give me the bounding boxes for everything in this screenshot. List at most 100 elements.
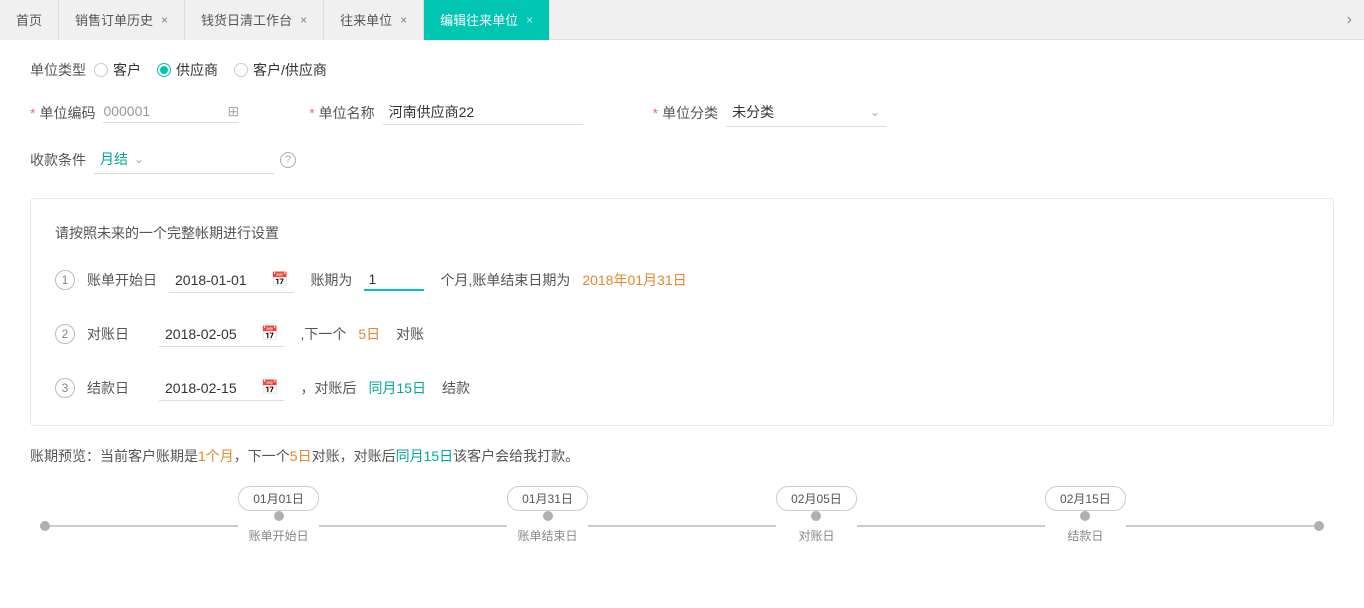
- tl-connector-1: [319, 525, 507, 527]
- tab-cashier-label: 钱货日清工作台: [201, 10, 292, 29]
- unit-category-required: *: [653, 105, 658, 121]
- setting-label-3: 结款日: [87, 378, 147, 398]
- tl-connector-3: [857, 525, 1045, 527]
- radio-both-label: 客户/供应商: [253, 60, 327, 80]
- tab-partners-close[interactable]: ×: [400, 13, 407, 27]
- unit-code-group: * 单位编码 ⊞: [30, 103, 239, 123]
- radio-customer[interactable]: 客户: [94, 60, 141, 80]
- unit-name-group: * 单位名称: [309, 100, 582, 125]
- tab-sales-history-close[interactable]: ×: [161, 13, 168, 27]
- unit-code-required: *: [30, 105, 35, 121]
- payment-desc-suffix: 结款: [442, 378, 470, 398]
- timeline-dot-4: [1080, 511, 1090, 521]
- tab-partners[interactable]: 往来单位 ×: [324, 0, 424, 40]
- preview-middle1: ，下一个: [234, 448, 290, 464]
- preview-middle2: 对账，对账后: [312, 448, 396, 464]
- date-value-3[interactable]: [165, 380, 255, 396]
- unit-category-select[interactable]: 未分类 ⌄: [726, 98, 886, 127]
- tab-cashier-close[interactable]: ×: [300, 13, 307, 27]
- payment-row: 收款条件 月结 ⌄ ?: [30, 145, 1334, 174]
- payment-select[interactable]: 月结 ⌄: [94, 145, 274, 174]
- tab-sales-history-label: 销售订单历史: [75, 10, 153, 29]
- code-name-category-row: * 单位编码 ⊞ * 单位名称 * 单位分类 未分类 ⌄: [30, 98, 1334, 127]
- calendar-icon-2[interactable]: 📅: [261, 325, 278, 342]
- calendar-icon-1[interactable]: 📅: [271, 271, 288, 288]
- timeline-start-dot: [40, 521, 50, 531]
- main-content: 单位类型 客户 供应商 客户/供应商 * 单位编码: [0, 40, 1364, 608]
- reconcile-highlight: 5日: [358, 324, 380, 344]
- tab-more-button[interactable]: ›: [1335, 0, 1364, 40]
- tab-bar: 首页 销售订单历史 × 钱货日清工作台 × 往来单位 × 编辑往来单位 × ›: [0, 0, 1364, 40]
- timeline-point-4: 02月15日 结款日: [1045, 486, 1126, 544]
- unit-type-label: 单位类型: [30, 60, 86, 80]
- timeline-pill-1: 01月01日: [238, 486, 319, 511]
- radio-group: 客户 供应商 客户/供应商: [94, 60, 327, 80]
- unit-name-label: 单位名称: [319, 103, 375, 123]
- radio-supplier-label: 供应商: [176, 60, 218, 80]
- settings-card: 请按照未来的一个完整帐期进行设置 1 账单开始日 📅 账期为 个月,账单结束日期…: [30, 198, 1334, 426]
- preview-part1: 1个月: [198, 448, 234, 464]
- payment-highlight: 同月15日: [368, 378, 426, 398]
- unit-code-input-wrap: ⊞: [103, 103, 239, 123]
- tab-edit-partner-close[interactable]: ×: [526, 13, 533, 27]
- tab-home[interactable]: 首页: [0, 0, 59, 40]
- timeline-pill-4: 02月15日: [1045, 486, 1126, 511]
- setting-row-3: 3 结款日 📅 ，对账后 同月15日 结款: [55, 375, 1309, 401]
- preview-suffix: 该客户会给我打款。: [453, 448, 579, 464]
- unit-category-value: 未分类: [732, 102, 774, 122]
- radio-both-circle: [234, 63, 248, 77]
- unit-category-group: * 单位分类 未分类 ⌄: [653, 98, 886, 127]
- radio-both[interactable]: 客户/供应商: [234, 60, 327, 80]
- date-input-3: 📅: [159, 375, 284, 401]
- tab-home-label: 首页: [16, 10, 42, 29]
- tl-connector-4: [1126, 525, 1314, 527]
- setting-label-2: 对账日: [87, 324, 147, 344]
- unit-type-row: 单位类型 客户 供应商 客户/供应商: [30, 60, 1334, 80]
- reconcile-desc-suffix: 对账: [396, 324, 424, 344]
- timeline-pill-3: 02月05日: [776, 486, 857, 511]
- setting-row-2: 2 对账日 📅 ,下一个 5日 对账: [55, 321, 1309, 347]
- period-label: 账期为: [310, 270, 352, 290]
- radio-customer-circle: [94, 63, 108, 77]
- unit-code-label: 单位编码: [39, 103, 95, 123]
- payment-group: 收款条件 月结 ⌄ ?: [30, 145, 296, 174]
- timeline-label-1: 账单开始日: [249, 527, 309, 544]
- calendar-icon-3[interactable]: 📅: [261, 379, 278, 396]
- unit-type-group: 单位类型 客户 供应商 客户/供应商: [30, 60, 327, 80]
- timeline-label-2: 账单结束日: [518, 527, 578, 544]
- setting-number-2: 2: [55, 324, 75, 344]
- unit-name-input[interactable]: [383, 100, 583, 125]
- date-value-1[interactable]: [175, 272, 265, 288]
- tab-sales-history[interactable]: 销售订单历史 ×: [59, 0, 185, 40]
- radio-supplier-circle: [157, 63, 171, 77]
- preview-text: 账期预览：当前客户账期是1个月，下一个5日对账，对账后同月15日该客户会给我打款…: [30, 446, 1334, 466]
- tab-edit-partner[interactable]: 编辑往来单位 ×: [424, 0, 550, 40]
- setting-row-1: 1 账单开始日 📅 账期为 个月,账单结束日期为 2018年01月31日: [55, 267, 1309, 293]
- timeline-dot-3: [811, 511, 821, 521]
- timeline-point-2: 01月31日 账单结束日: [507, 486, 588, 544]
- radio-supplier[interactable]: 供应商: [157, 60, 218, 80]
- tl-connector-0: [50, 525, 238, 527]
- payment-value: 月结: [100, 149, 128, 169]
- setting-number-1: 1: [55, 270, 75, 290]
- unit-category-arrow: ⌄: [870, 105, 880, 119]
- date-value-2[interactable]: [165, 326, 255, 342]
- timeline-dot-2: [543, 511, 553, 521]
- tab-edit-partner-label: 编辑往来单位: [440, 10, 518, 29]
- tab-cashier[interactable]: 钱货日清工作台 ×: [185, 0, 324, 40]
- period-unit: 个月,账单结束日期为: [440, 270, 570, 290]
- unit-code-copy-icon[interactable]: ⊞: [227, 103, 239, 120]
- payment-arrow: ⌄: [134, 152, 144, 166]
- timeline-end-dot: [1314, 521, 1324, 531]
- period-end-date: 2018年01月31日: [582, 270, 686, 290]
- payment-help-icon[interactable]: ?: [280, 152, 296, 168]
- timeline-label-3: 对账日: [798, 527, 834, 544]
- preview-prefix: 账期预览：当前客户账期是: [30, 448, 198, 464]
- setting-number-3: 3: [55, 378, 75, 398]
- period-input[interactable]: [364, 269, 424, 291]
- timeline-pill-2: 01月31日: [507, 486, 588, 511]
- unit-category-label: 单位分类: [662, 103, 718, 123]
- unit-name-required: *: [309, 105, 314, 121]
- unit-code-input[interactable]: [103, 103, 223, 119]
- preview-part3: 同月15日: [396, 448, 454, 464]
